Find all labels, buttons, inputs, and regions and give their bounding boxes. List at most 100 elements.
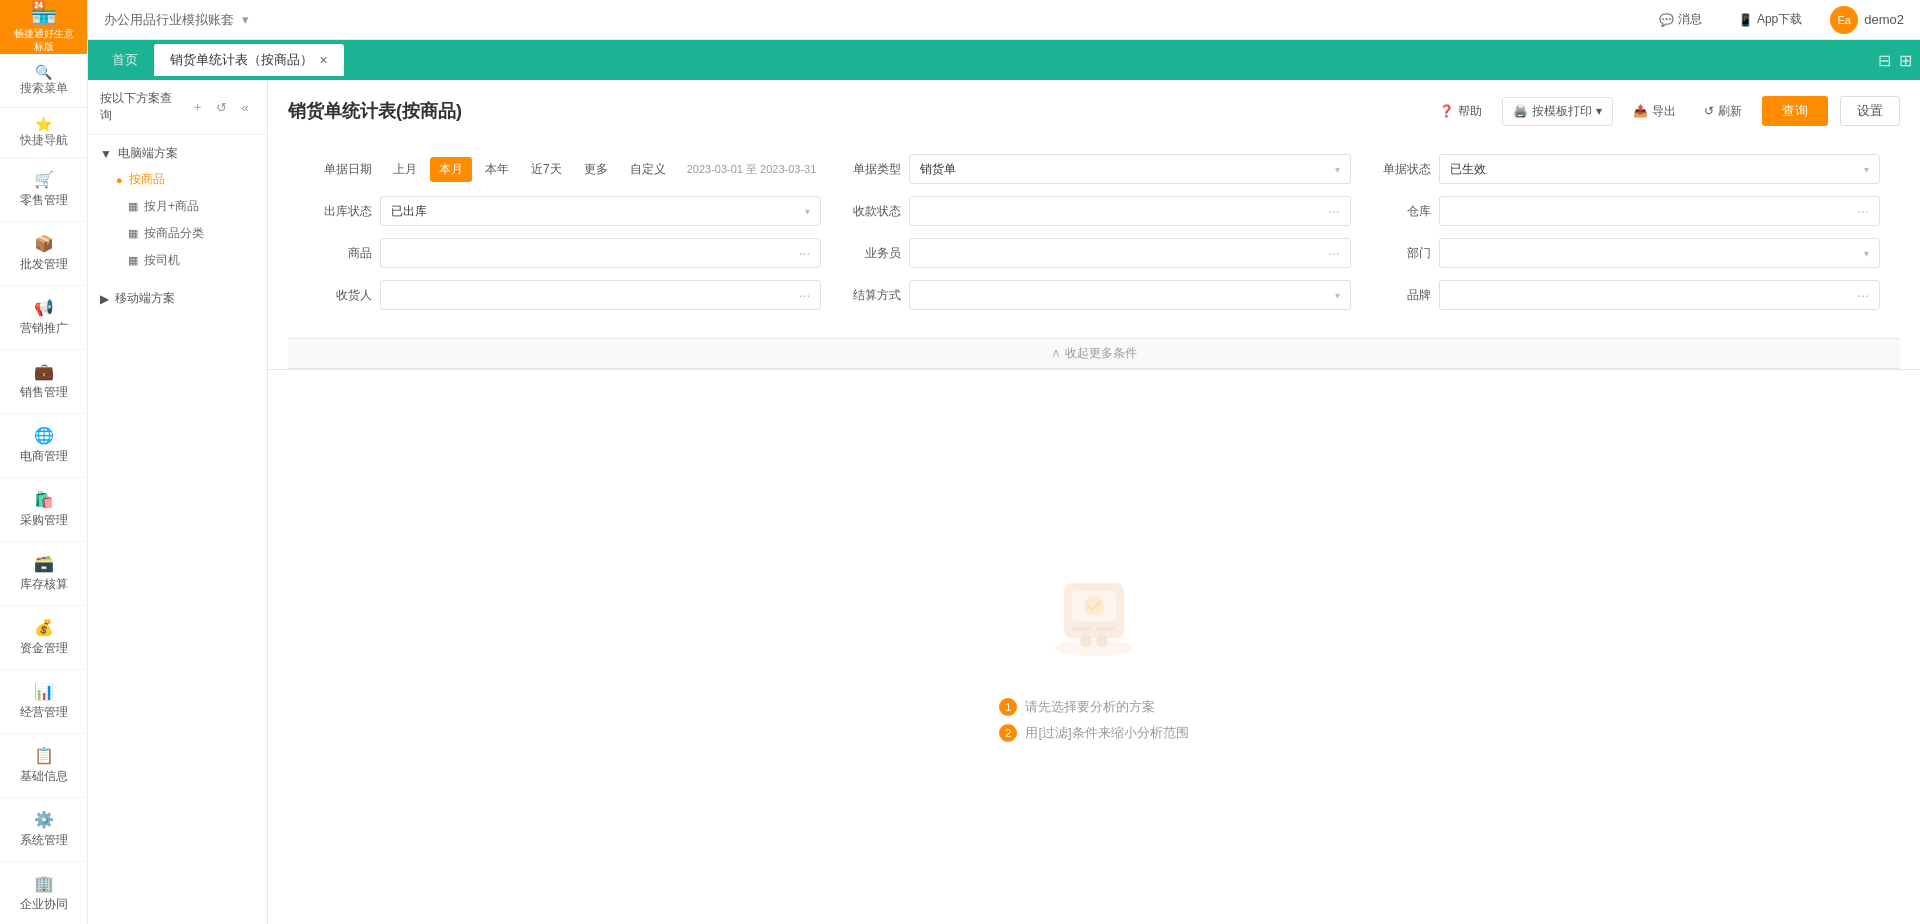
top-header: 办公用品行业模拟账套 ▾ 💬 消息 📱 App下载 Ea demo2 [88,0,1920,40]
date-label: 单据日期 [308,161,380,178]
help-btn[interactable]: ❓ 帮助 [1431,99,1490,124]
filter-cell-recipient: 收货人 ··· [308,280,837,310]
settlement-dropdown-icon: ▾ [1335,290,1340,301]
scheme-group-mobile: ▶ 移动端方案 [88,280,267,317]
paymentstatus-dots[interactable]: ··· [1328,203,1340,219]
ecommerce-icon: 🌐 [34,426,54,445]
date-btn-more[interactable]: 更多 [575,157,617,182]
brand-dots[interactable]: ··· [1857,287,1869,303]
date-btn-7days[interactable]: 近7天 [522,157,571,182]
scheme-item-by-printer[interactable]: ▦ 按司机 [88,247,267,274]
filter-cell-warehouse: 仓库 ··· [1367,196,1880,226]
paymentstatus-field[interactable]: ··· [909,196,1350,226]
scheme-add-btn[interactable]: ＋ [187,97,207,117]
filter-cell-product: 商品 ··· [308,238,837,268]
sidebar-item-system[interactable]: ⚙️ 系统管理 [0,798,87,862]
enterprise-icon: 🏢 [34,874,54,893]
category-label: 按商品分类 [144,225,204,242]
wholesale-label: 批发管理 [20,256,68,273]
marketing-label: 营销推广 [20,320,68,337]
settlement-field[interactable]: ▾ [909,280,1350,310]
tab-report[interactable]: 销货单统计表（按商品） ✕ [154,44,344,76]
filter-cell-doctype: 单据类型 销货单 ▾ [837,154,1366,184]
doctype-dropdown-icon: ▾ [1335,164,1340,175]
filter-row-3: 商品 ··· 业务员 ··· [308,238,1880,268]
doctype-label: 单据类型 [837,161,909,178]
warehouse-field[interactable]: ··· [1439,196,1880,226]
salesperson-dots[interactable]: ··· [1328,245,1340,261]
filter-collapse-btn[interactable]: ∧ 收起更多条件 [288,338,1900,369]
stockstatus-label: 出库状态 [308,203,380,220]
sidebar-item-basic[interactable]: 📋 基础信息 [0,734,87,798]
settings-btn[interactable]: 设置 [1840,96,1900,126]
query-btn[interactable]: 查询 [1762,96,1828,126]
sidebar-item-wholesale[interactable]: 📦 批发管理 [0,222,87,286]
ecommerce-label: 电商管理 [20,448,68,465]
sidebar-item-sales[interactable]: 💼 销售管理 [0,350,87,414]
export-btn[interactable]: 📤 导出 [1625,99,1684,124]
scheme-refresh-btn[interactable]: ↺ [211,97,231,117]
tab-minimize-icon[interactable]: ⊟ [1878,51,1891,70]
doctype-field[interactable]: 销货单 ▾ [909,154,1350,184]
brand-field[interactable]: ··· [1439,280,1880,310]
quick-nav[interactable]: ⭐ 快捷导航 [0,108,87,158]
template-print-btn[interactable]: 🖨️ 按模板打印 ▾ [1502,97,1613,126]
sidebar-item-finance[interactable]: 💰 资金管理 [0,606,87,670]
collapse-text: ∧ 收起更多条件 [1051,346,1136,360]
paymentstatus-label: 收款状态 [837,203,909,220]
system-icon: ⚙️ [34,810,54,829]
salesperson-field[interactable]: ··· [909,238,1350,268]
date-btn-last-month[interactable]: 上月 [384,157,426,182]
sidebar-item-retail[interactable]: 🛒 零售管理 [0,158,87,222]
basic-icon: 📋 [34,746,54,765]
recipient-dots[interactable]: ··· [799,287,811,303]
date-btn-this-year[interactable]: 本年 [476,157,518,182]
sidebar-item-operations[interactable]: 📊 经营管理 [0,670,87,734]
sidebar-item-enterprise[interactable]: 🏢 企业协同 [0,862,87,924]
tab-close-icon[interactable]: ✕ [319,54,328,67]
department-field[interactable]: ▾ [1439,238,1880,268]
workspace-info: 办公用品行业模拟账套 ▾ [104,11,249,29]
stockstatus-field[interactable]: 已出库 ▾ [380,196,821,226]
date-btn-custom[interactable]: 自定义 [621,157,675,182]
sidebar-item-marketing[interactable]: 📢 营销推广 [0,286,87,350]
date-filter-btns: 上月 本月 本年 近7天 更多 自定义 2023-03-01 至 2023-03… [384,157,816,182]
category-icon: ▦ [128,227,138,240]
empty-icon [1034,553,1154,682]
scheme-group-mobile-header[interactable]: ▶ 移动端方案 [88,286,267,311]
svg-rect-4 [1072,627,1092,631]
tab-expand-icon[interactable]: ⊞ [1899,51,1912,70]
user-menu[interactable]: Ea demo2 [1830,6,1904,34]
sidebar-item-ecommerce[interactable]: 🌐 电商管理 [0,414,87,478]
search-menu[interactable]: 🔍 搜索菜单 [0,54,87,108]
hint-text-2: 用[过滤]条件来缩小分析范围 [1025,724,1188,742]
scheme-group-desktop-header[interactable]: ▼ 电脑端方案 [88,141,267,166]
empty-state: 1 请先选择要分析的方案 2 用[过滤]条件来缩小分析范围 [268,370,1920,924]
scheme-collapse-btn[interactable]: « [235,97,255,117]
scheme-item-by-month-product[interactable]: ▦ 按月+商品 [88,193,267,220]
scheme-item-by-category[interactable]: ▦ 按商品分类 [88,220,267,247]
filter-row-2: 出库状态 已出库 ▾ 收款状态 ··· [308,196,1880,226]
message-btn[interactable]: 💬 消息 [1651,7,1710,32]
docstatus-label: 单据状态 [1367,161,1439,178]
workspace-dropdown-icon[interactable]: ▾ [242,12,249,27]
sidebar-item-purchase[interactable]: 🛍️ 采购管理 [0,478,87,542]
empty-hint-item-1: 1 请先选择要分析的方案 [999,698,1188,716]
product-dots[interactable]: ··· [799,245,811,261]
warehouse-dots[interactable]: ··· [1857,203,1869,219]
refresh-btn[interactable]: ↺ 刷新 [1696,99,1750,124]
app-name: 畅捷通好生意 [14,28,74,40]
doctype-value: 销货单 [920,161,1334,178]
page-title-bar: 销货单统计表(按商品) ❓ 帮助 🖨️ 按模板打印 ▾ 📤 [268,80,1920,370]
brand-label: 品牌 [1367,287,1439,304]
recipient-field[interactable]: ··· [380,280,821,310]
docstatus-field[interactable]: 已生效 ▾ [1439,154,1880,184]
tab-home[interactable]: 首页 [96,44,154,76]
scheme-item-by-product[interactable]: ● 按商品 [88,166,267,193]
app-download-btn[interactable]: 📱 App下载 [1730,7,1810,32]
product-field[interactable]: ··· [380,238,821,268]
sidebar-item-inventory[interactable]: 🗃️ 库存核算 [0,542,87,606]
date-btn-this-month[interactable]: 本月 [430,157,472,182]
scheme-group-mobile-arrow: ▶ [100,292,109,306]
sidebar: 🏪 畅捷通好生意 标版 🔍 搜索菜单 ⭐ 快捷导航 🛒 零售管理 📦 批发管理 … [0,0,88,924]
